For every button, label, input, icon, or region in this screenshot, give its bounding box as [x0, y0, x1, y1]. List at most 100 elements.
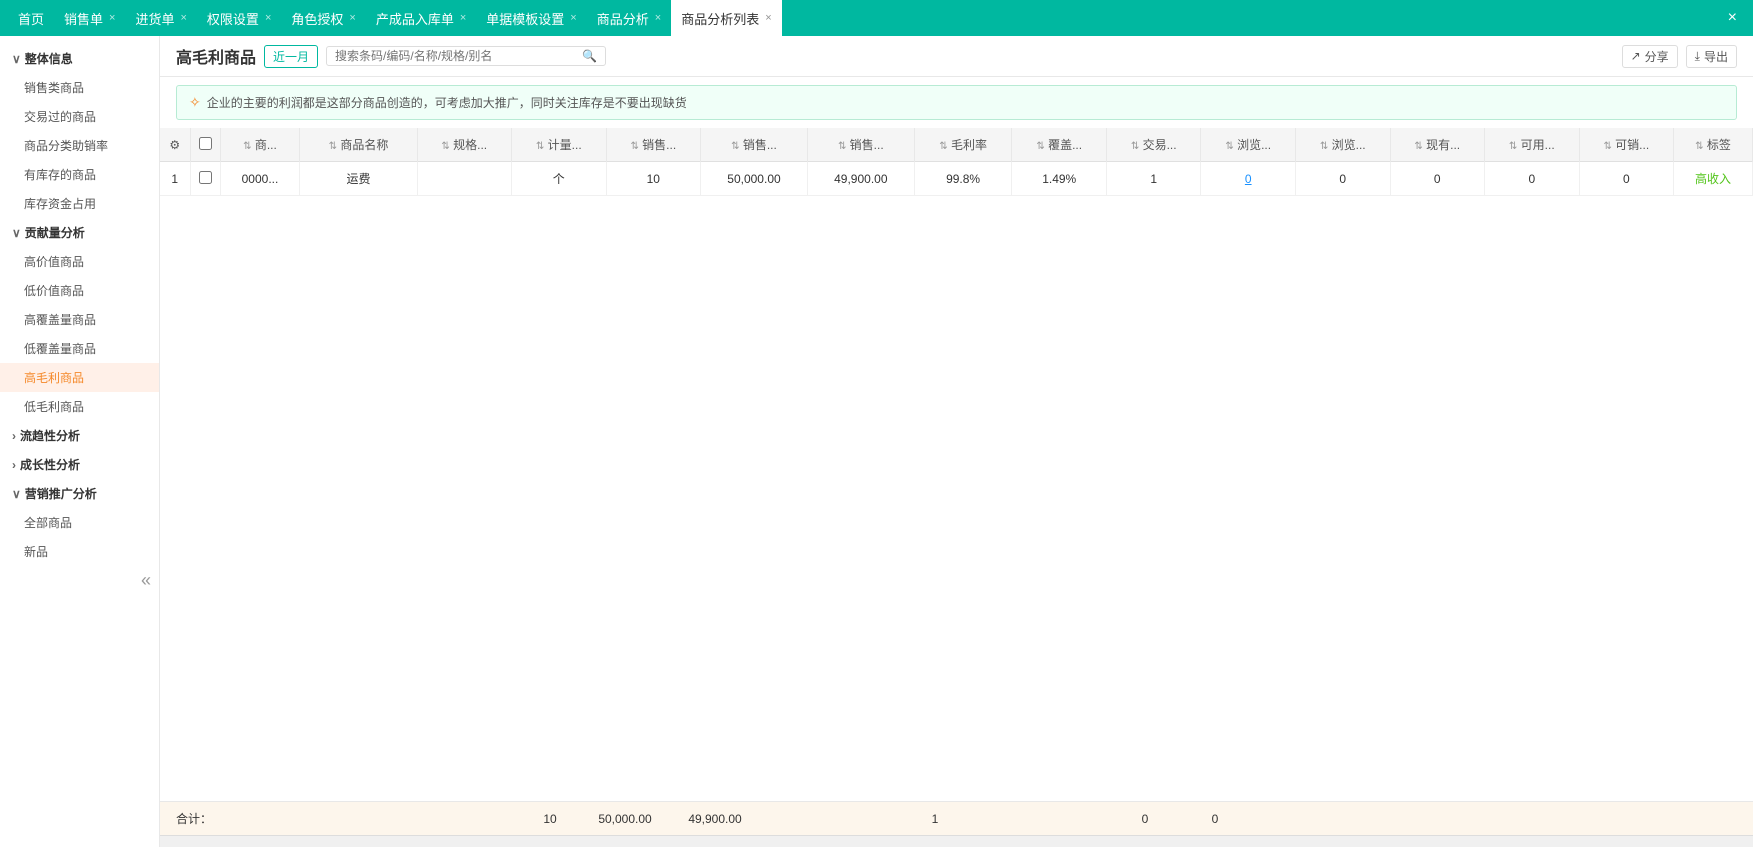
col-header-view1[interactable]: ⇅ 浏览... — [1201, 128, 1296, 162]
tab-close-icon[interactable]: × — [265, 12, 271, 24]
main-layout: ∨整体信息销售类商品交易过的商品商品分类助销率有库存的商品库存资金占用 ∨ 贡献量分… — [0, 36, 1753, 847]
col-header-tag[interactable]: ⇅ 标签 — [1674, 128, 1753, 162]
col-header-sellable_stock[interactable]: ⇅ 可销... — [1579, 128, 1674, 162]
sidebar-item-高价值商品[interactable]: 高价值商品 — [0, 247, 159, 276]
sidebar-item-高覆盖量商品[interactable]: 高覆盖量商品 — [0, 305, 159, 334]
col-header-gross_margin[interactable]: ⇅ 毛利率 — [914, 128, 1012, 162]
nav-tab-商品分析列表[interactable]: 商品分析列表× — [671, 0, 781, 36]
col-header-name[interactable]: ⇅ 商品名称 — [300, 128, 417, 162]
sidebar-group-0[interactable]: ∨整体信息 — [0, 44, 159, 73]
cell-sales_amount: 50,000.00 — [701, 162, 808, 196]
footer-sales-amount: 50,000.00 — [580, 812, 670, 826]
sidebar-item-销售类商品[interactable]: 销售类商品 — [0, 73, 159, 102]
sidebar-item-商品分类助销率[interactable]: 商品分类助销率 — [0, 131, 159, 160]
footer-sales-profit: 49,900.00 — [670, 812, 760, 826]
sidebar-group-3[interactable]: › 成长性分析 — [0, 450, 159, 479]
window-close-button[interactable]: × — [1720, 9, 1745, 27]
col-header-unit[interactable]: ⇅ 计量... — [512, 128, 607, 162]
select-all-checkbox[interactable] — [199, 137, 212, 150]
top-nav: 首页销售单×进货单×权限设置×角色授权×产成品入库单×单据模板设置×商品分析×商… — [0, 0, 1753, 36]
sidebar-item-低覆盖量商品[interactable]: 低覆盖量商品 — [0, 334, 159, 363]
tab-close-icon[interactable]: × — [655, 12, 661, 24]
tab-close-icon[interactable]: × — [570, 12, 576, 24]
cell-settings: 1 — [160, 162, 190, 196]
nav-tab-单据模板设置[interactable]: 单据模板设置× — [476, 0, 586, 36]
cell-tag: 高收入 — [1674, 162, 1753, 196]
col-header-sales_profit[interactable]: ⇅ 销售... — [807, 128, 914, 162]
col-header-view2[interactable]: ⇅ 浏览... — [1296, 128, 1391, 162]
col-header-current_stock[interactable]: ⇅ 现有... — [1390, 128, 1485, 162]
export-button[interactable]: ⤓ 导出 — [1686, 45, 1737, 68]
tab-close-icon[interactable]: × — [349, 12, 355, 24]
sidebar-group-1[interactable]: ∨ 贡献量分析 — [0, 218, 159, 247]
cell-spec — [417, 162, 512, 196]
tab-close-icon[interactable]: × — [180, 12, 186, 24]
sidebar-group-arrow: › — [12, 458, 16, 472]
search-input[interactable] — [335, 49, 582, 63]
cell-available_stock: 0 — [1485, 162, 1580, 196]
sidebar-item-库存资金占用[interactable]: 库存资金占用 — [0, 189, 159, 218]
sidebar-item-低毛利商品[interactable]: 低毛利商品 — [0, 392, 159, 421]
horizontal-scrollbar[interactable] — [160, 835, 1753, 847]
sidebar-item-新品[interactable]: 新品 — [0, 537, 159, 566]
sidebar-group-arrow: › — [12, 429, 16, 443]
col-header-code[interactable]: ⇅ 商... — [220, 128, 300, 162]
col-header-transaction[interactable]: ⇅ 交易... — [1106, 128, 1201, 162]
info-text: 企业的主要的利润都是这部分商品创造的，可考虑加大推广，同时关注库存是不要出现缺货 — [207, 94, 687, 111]
sidebar-group-arrow: ∨ — [12, 487, 21, 501]
row-checkbox[interactable] — [199, 171, 212, 184]
sidebar-item-低价值商品[interactable]: 低价值商品 — [0, 276, 159, 305]
period-button[interactable]: 近一月 — [264, 45, 318, 68]
share-icon: ↗ — [1631, 49, 1641, 63]
footer-current-stock: 0 — [1110, 812, 1180, 826]
sidebar: ∨整体信息销售类商品交易过的商品商品分类助销率有库存的商品库存资金占用 ∨ 贡献量分… — [0, 36, 160, 847]
sidebar-group-label: 贡献量分析 — [25, 224, 85, 241]
col-header-spec[interactable]: ⇅ 规格... — [417, 128, 512, 162]
table-row: 1 0000...运费 个1050,000.0049,900.0099.8%1.49… — [160, 162, 1753, 196]
sidebar-group-label: 流趋性分析 — [20, 427, 80, 444]
sidebar-group-label: 成长性分析 — [20, 456, 80, 473]
sidebar-group-2[interactable]: › 流趋性分析 — [0, 421, 159, 450]
col-header-available_stock[interactable]: ⇅ 可用... — [1485, 128, 1580, 162]
sidebar-item-高毛利商品[interactable]: 高毛利商品 — [0, 363, 159, 392]
cell-sales_profit: 49,900.00 — [807, 162, 914, 196]
footer-transaction: 1 — [900, 812, 970, 826]
cell-sales_qty: 10 — [606, 162, 701, 196]
search-icon[interactable]: 🔍 — [582, 49, 597, 63]
nav-tab-产成品入库单[interactable]: 产成品入库单× — [366, 0, 476, 36]
sidebar-collapse-button[interactable]: « — [0, 566, 159, 595]
tab-close-icon[interactable]: × — [460, 12, 466, 24]
sidebar-item-交易过的商品[interactable]: 交易过的商品 — [0, 102, 159, 131]
cell-view2: 0 — [1296, 162, 1391, 196]
nav-tab-角色授权[interactable]: 角色授权× — [281, 0, 365, 36]
col-header-sales_qty[interactable]: ⇅ 销售... — [606, 128, 701, 162]
footer-label: 合计： — [176, 810, 212, 827]
sidebar-group-label: 营销推广分析 — [25, 485, 97, 502]
tab-close-icon[interactable]: × — [109, 12, 115, 24]
content-area: 高毛利商品 近一月 🔍 ↗ 分享 ⤓ 导出 ✧ 企业的主要的利润都是这部分商品创… — [160, 36, 1753, 847]
sidebar-item-有库存的商品[interactable]: 有库存的商品 — [0, 160, 159, 189]
nav-tab-权限设置[interactable]: 权限设置× — [197, 0, 281, 36]
col-header-coverage[interactable]: ⇅ 覆盖... — [1012, 128, 1107, 162]
sidebar-item-全部商品[interactable]: 全部商品 — [0, 508, 159, 537]
cell-code: 0000... — [220, 162, 300, 196]
cell-unit: 个 — [512, 162, 607, 196]
cell-name: 运费 — [300, 162, 417, 196]
col-header-sales_amount[interactable]: ⇅ 销售... — [701, 128, 808, 162]
view1-link[interactable]: 0 — [1245, 172, 1252, 186]
footer-sales-qty: 10 — [520, 812, 580, 826]
share-button[interactable]: ↗ 分享 — [1622, 45, 1678, 68]
nav-tab-进货单[interactable]: 进货单× — [125, 0, 196, 36]
sidebar-group-4[interactable]: ∨ 营销推广分析 — [0, 479, 159, 508]
nav-tab-销售单[interactable]: 销售单× — [54, 0, 125, 36]
info-icon: ✧ — [189, 94, 201, 111]
tab-close-icon[interactable]: × — [765, 12, 771, 24]
sidebar-group-arrow: ∨ — [12, 226, 21, 240]
nav-tab-首页[interactable]: 首页 — [8, 0, 54, 36]
cell-coverage: 1.49% — [1012, 162, 1107, 196]
cell-gross_margin: 99.8% — [914, 162, 1012, 196]
nav-tab-商品分析[interactable]: 商品分析× — [587, 0, 671, 36]
cell-checkbox — [190, 162, 220, 196]
content-header: 高毛利商品 近一月 🔍 ↗ 分享 ⤓ 导出 — [160, 36, 1753, 77]
page-title: 高毛利商品 — [176, 44, 256, 68]
